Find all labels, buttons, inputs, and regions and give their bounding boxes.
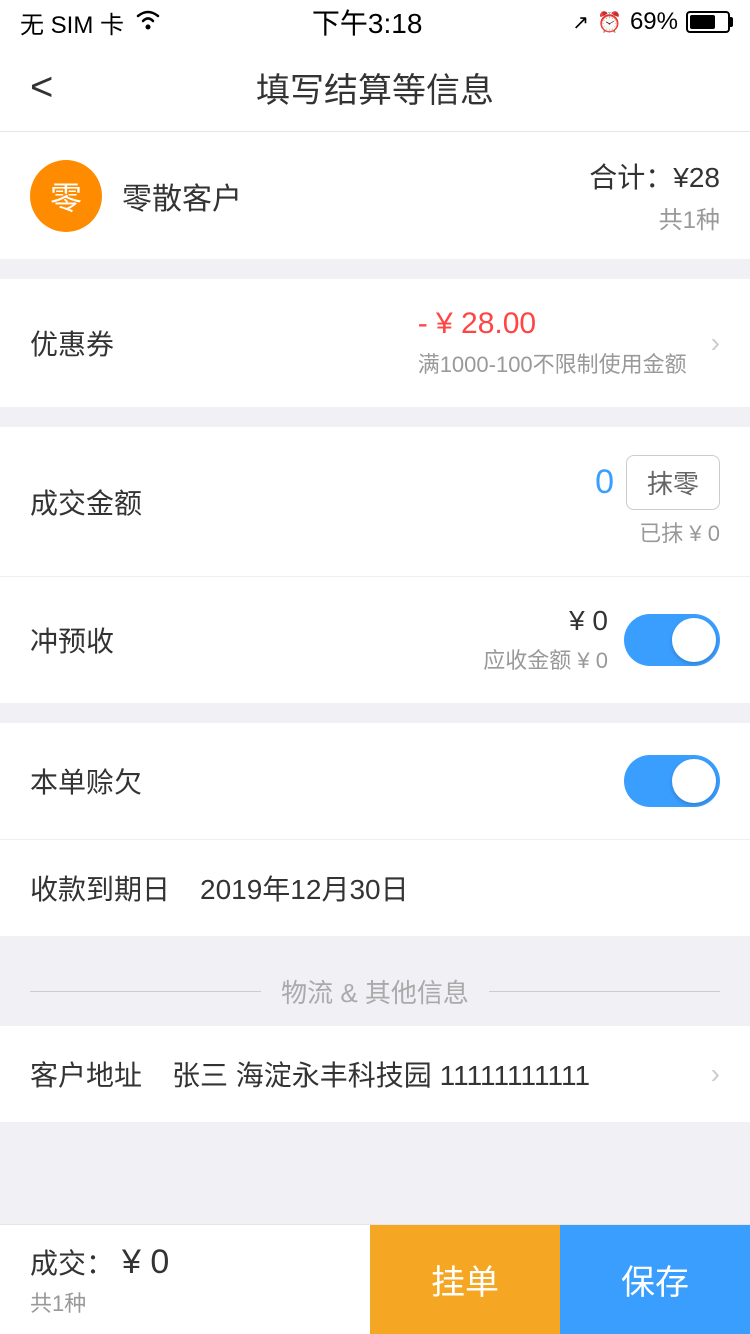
due-date-label: 收款到期日	[30, 868, 170, 908]
deal-amount-sub: 已抹 ¥ 0	[554, 516, 720, 548]
bottom-deal-label: 成交：	[30, 1242, 114, 1282]
deal-amount-row: 成交金额 抹零 已抹 ¥ 0	[0, 427, 750, 577]
customer-row: 零 零散客户 合计：¥28 共1种	[0, 132, 750, 259]
amount-card: 成交金额 抹零 已抹 ¥ 0 冲预收 ¥ 0 应收金额 ¥ 0	[0, 427, 750, 703]
prepayment-value: ¥ 0	[483, 605, 608, 637]
wifi-icon	[134, 8, 162, 37]
bottom-deal-amount: ¥ 0	[122, 1243, 169, 1282]
deal-amount-right: 抹零 已抹 ¥ 0	[554, 455, 720, 548]
due-date-value: 2019年12月30日	[200, 868, 409, 908]
save-button[interactable]: 保存	[560, 1225, 750, 1334]
due-date-row: 收款到期日 2019年12月30日	[0, 840, 750, 937]
round-zero-button[interactable]: 抹零	[626, 455, 720, 510]
avatar: 零	[30, 160, 102, 232]
status-time: 下午3:18	[312, 2, 423, 42]
prepayment-sub: 应收金额 ¥ 0	[483, 643, 608, 675]
nav-bar: < 填写结算等信息	[0, 44, 750, 132]
location-icon: ↗	[572, 10, 589, 35]
address-value: 张三 海淀永丰科技园 11111111111	[172, 1054, 673, 1094]
deal-amount-input[interactable]	[554, 463, 614, 502]
credit-row: 本单赊欠	[0, 723, 750, 840]
prepayment-row: 冲预收 ¥ 0 应收金额 ¥ 0	[0, 577, 750, 703]
credit-card: 本单赊欠 收款到期日 2019年12月30日	[0, 723, 750, 937]
status-bar: 无 SIM 卡 下午3:18 ↗ ⏰ 69%	[0, 0, 750, 44]
coupon-label: 优惠券	[30, 323, 114, 363]
credit-toggle-knob	[672, 759, 716, 803]
customer-right: 合计：¥28 共1种	[589, 156, 720, 235]
logistics-section: 物流 & 其他信息	[0, 957, 750, 1026]
bottom-deal-row: 成交： ¥ 0	[30, 1242, 340, 1282]
coupon-sub: 满1000-100不限制使用金额	[418, 347, 687, 379]
toggle-knob	[672, 618, 716, 662]
line-divider-left	[30, 991, 261, 992]
coupon-value-block: - ¥ 28.00 满1000-100不限制使用金额	[418, 307, 687, 379]
prepayment-right: ¥ 0 应收金额 ¥ 0	[483, 605, 720, 675]
status-right: ↗ ⏰ 69%	[572, 8, 730, 36]
prepayment-label: 冲预收	[30, 620, 114, 660]
coupon-row[interactable]: 优惠券 - ¥ 28.00 满1000-100不限制使用金额 ›	[0, 279, 750, 407]
back-button[interactable]: <	[30, 65, 90, 110]
address-label: 客户地址	[30, 1054, 142, 1094]
credit-toggle[interactable]	[624, 755, 720, 807]
bottom-bar: 成交： ¥ 0 共1种 挂单 保存	[0, 1224, 750, 1334]
total-amount: 合计：¥28	[589, 156, 720, 196]
alarm-icon: ⏰	[597, 10, 622, 35]
total-count: 共1种	[589, 200, 720, 235]
status-left: 无 SIM 卡	[20, 5, 162, 40]
deal-amount-value-block: 抹零 已抹 ¥ 0	[554, 455, 720, 548]
battery-percent: 69%	[630, 8, 678, 36]
bottom-summary: 成交： ¥ 0 共1种	[0, 1242, 370, 1318]
coupon-right: - ¥ 28.00 满1000-100不限制使用金额 ›	[418, 307, 720, 379]
avatar-text: 零	[50, 173, 82, 219]
address-row[interactable]: 客户地址 张三 海淀永丰科技园 11111111111 ›	[0, 1026, 750, 1122]
content-area: 零 零散客户 合计：¥28 共1种 优惠券 - ¥ 28.00 满1000-10…	[0, 132, 750, 1262]
chevron-right-icon: ›	[711, 327, 720, 359]
line-divider-right	[489, 991, 720, 992]
customer-name: 零散客户	[122, 174, 242, 218]
logistics-title: 物流 & 其他信息	[281, 973, 469, 1010]
hold-button[interactable]: 挂单	[370, 1225, 560, 1334]
page-title: 填写结算等信息	[256, 63, 494, 112]
prepayment-toggle[interactable]	[624, 614, 720, 666]
bottom-count: 共1种	[30, 1286, 340, 1318]
carrier-text: 无 SIM 卡	[20, 5, 124, 40]
credit-right	[624, 755, 720, 807]
prepayment-value-block: ¥ 0 应收金额 ¥ 0	[483, 605, 608, 675]
address-chevron-icon: ›	[711, 1058, 720, 1090]
coupon-discount: - ¥ 28.00	[418, 307, 687, 341]
deal-amount-label: 成交金额	[30, 482, 142, 522]
credit-label: 本单赊欠	[30, 761, 142, 801]
customer-left: 零 零散客户	[30, 160, 242, 232]
coupon-card: 优惠券 - ¥ 28.00 满1000-100不限制使用金额 ›	[0, 279, 750, 407]
battery-icon	[686, 11, 730, 33]
